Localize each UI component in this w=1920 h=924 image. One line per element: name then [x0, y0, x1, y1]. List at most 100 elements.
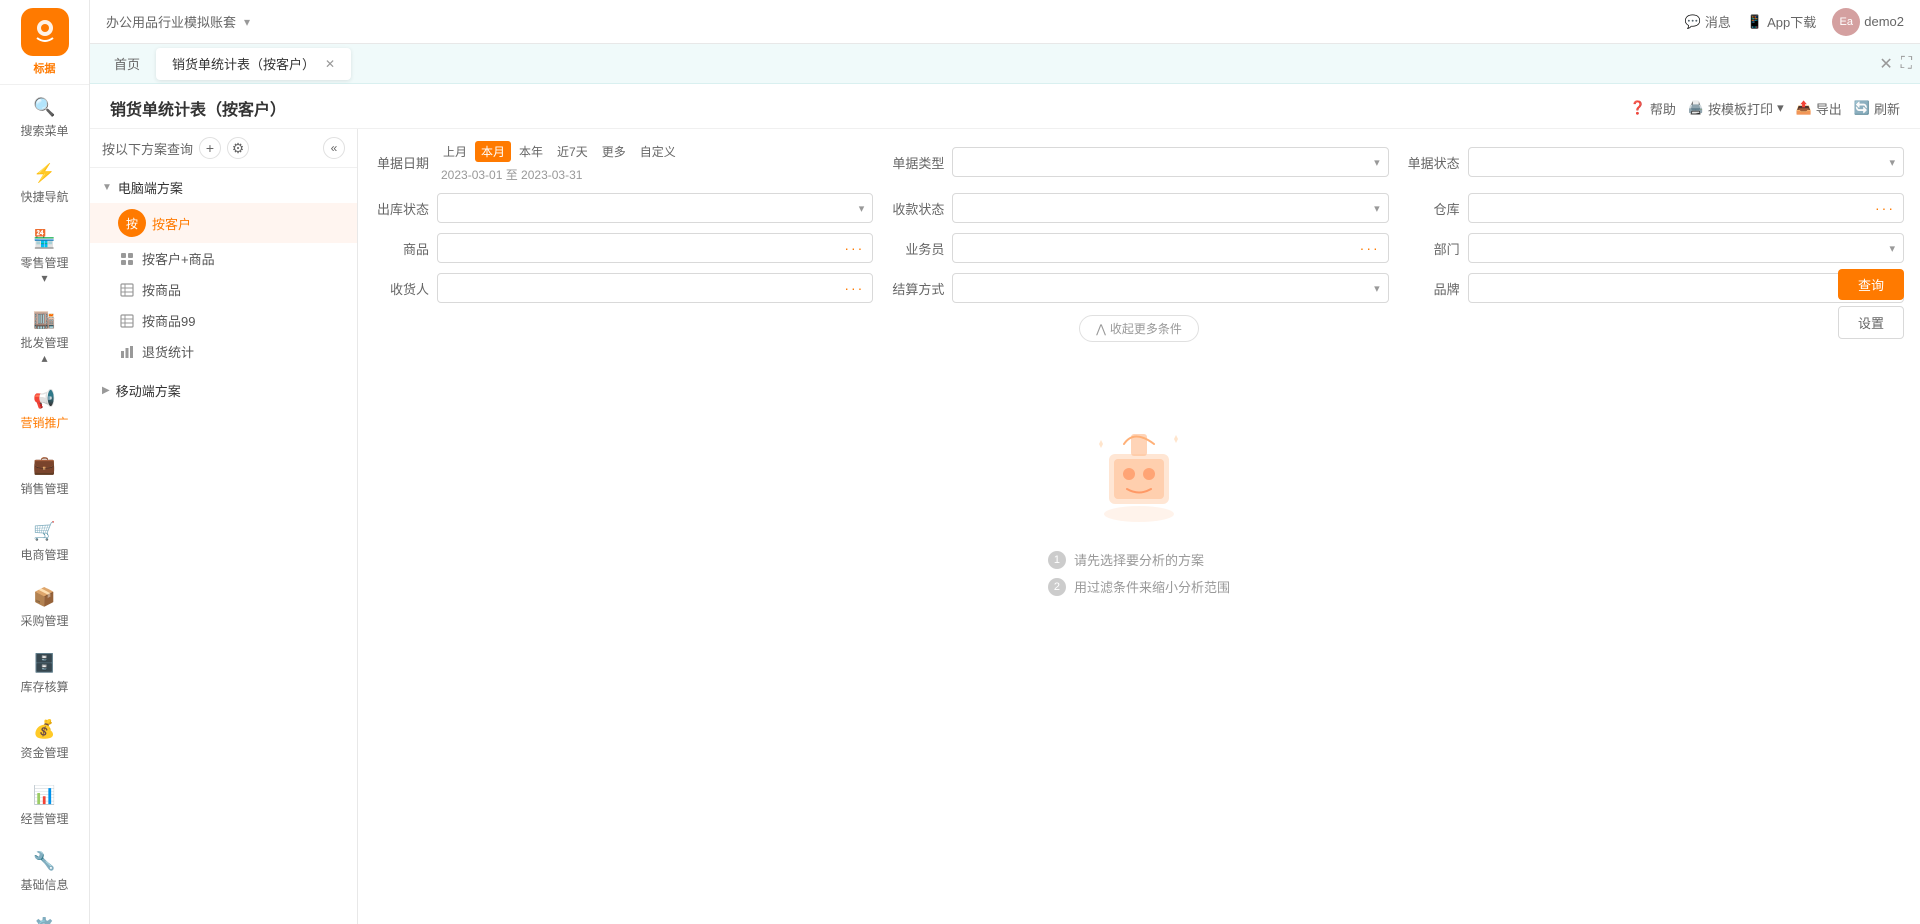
- sidebar-item-quicknav[interactable]: ⚡ 快捷导航: [0, 151, 89, 217]
- wholesale-icon: 🏬: [33, 309, 55, 330]
- quicknav-icon: ⚡: [33, 163, 55, 184]
- out-status-select[interactable]: ▾: [437, 193, 873, 223]
- sidebar-item-wholesale[interactable]: 🏬 批发管理 ▴: [0, 297, 89, 377]
- sidebar-item-sales-label: 销售管理: [20, 480, 68, 497]
- date-tab-last-month[interactable]: 上月: [437, 141, 473, 162]
- payment-method-select[interactable]: ▾: [952, 273, 1388, 303]
- tab-maximize-btn[interactable]: ⛶: [1901, 55, 1912, 73]
- print-btn[interactable]: 🖨️ 按模板打印 ▾: [1688, 99, 1784, 118]
- product-select[interactable]: ···: [437, 233, 873, 263]
- export-btn[interactable]: 📤 导出: [1796, 99, 1842, 118]
- tree-child-return-stats[interactable]: 退货统计: [90, 336, 357, 367]
- order-status-select[interactable]: ▾: [1468, 147, 1904, 177]
- warehouse-select[interactable]: ···: [1468, 193, 1904, 223]
- salesperson-select[interactable]: ···: [952, 233, 1388, 263]
- tree-child-by-product-99[interactable]: 按商品99: [90, 305, 357, 336]
- print-icon: 🖨️: [1688, 100, 1704, 116]
- finance-icon: 💰: [33, 719, 55, 740]
- marketing-icon: 📢: [33, 389, 55, 410]
- receiver-select[interactable]: ···: [437, 273, 873, 303]
- department-label: 部门: [1405, 239, 1460, 258]
- date-tab-this-month[interactable]: 本月: [475, 141, 511, 162]
- payment-method-arrow: ▾: [1374, 282, 1380, 295]
- product-dots: ···: [844, 240, 864, 256]
- tab-close-btn[interactable]: ✕: [325, 57, 335, 71]
- payment-method-row: 结算方式 ▾: [889, 273, 1388, 303]
- sidebar-item-search[interactable]: 🔍 搜索菜单: [0, 85, 89, 151]
- empty-hint-1: 1 请先选择要分析的方案: [1048, 550, 1230, 569]
- top-header: 办公用品行业模拟账套 ▾ 💬 消息 📱 App下载 Ea demo2: [90, 0, 1920, 44]
- collapse-label: 收起更多条件: [1110, 320, 1182, 337]
- tab-home[interactable]: 首页: [98, 48, 156, 80]
- edit-scheme-btn[interactable]: ⚙: [227, 137, 249, 159]
- message-label: 消息: [1705, 12, 1731, 31]
- brand-row: 品牌 ···: [1405, 273, 1904, 303]
- tree-parent-mobile[interactable]: ▶ 移动端方案: [90, 375, 357, 406]
- tab-close-window-btn[interactable]: ✕: [1879, 54, 1892, 74]
- app-download-btn[interactable]: 📱 App下载: [1747, 12, 1816, 31]
- tree-child-by-customer-product-label: 按客户+商品: [142, 249, 215, 268]
- date-tab-this-year[interactable]: 本年: [513, 141, 549, 162]
- tree-child-by-product-label: 按商品: [142, 280, 181, 299]
- tree-child-by-product-99-label: 按商品99: [142, 311, 195, 330]
- date-filter-row: 单据日期 上月 本月 本年 近7天 更多 自定义 2023-03-01 至 20…: [374, 141, 873, 183]
- right-filter-panel: 单据日期 上月 本月 本年 近7天 更多 自定义 2023-03-01 至 20…: [358, 129, 1920, 924]
- sidebar-item-retail[interactable]: 🏪 零售管理 ▾: [0, 217, 89, 297]
- message-icon: 💬: [1685, 14, 1701, 30]
- purchase-icon: 📦: [33, 587, 55, 608]
- logo-area: 标据: [0, 0, 89, 85]
- message-btn[interactable]: 💬 消息: [1685, 12, 1731, 31]
- refresh-icon: 🔄: [1854, 100, 1870, 116]
- tree-parent-desktop[interactable]: ▼ 电脑端方案: [90, 172, 357, 203]
- collapse-conditions-btn[interactable]: ⋀ 收起更多条件: [1079, 315, 1199, 342]
- order-type-select[interactable]: ▾: [952, 147, 1388, 177]
- tree-child-by-customer[interactable]: 按 按客户: [90, 203, 357, 243]
- retail-icon: 🏪: [33, 229, 55, 250]
- date-tab-custom[interactable]: 自定义: [634, 141, 682, 162]
- basic-icon: 🔧: [33, 851, 55, 872]
- out-status-row: 出库状态 ▾: [374, 193, 873, 223]
- sidebar-item-inventory[interactable]: 🗄️ 库存核算: [0, 641, 89, 707]
- logo-icon: [21, 8, 69, 56]
- sidebar-item-finance[interactable]: 💰 资金管理: [0, 707, 89, 773]
- export-icon: 📤: [1796, 100, 1812, 116]
- sidebar-item-sales[interactable]: 💼 销售管理: [0, 443, 89, 509]
- help-btn[interactable]: ❓ 帮助: [1630, 99, 1676, 118]
- order-status-label: 单据状态: [1405, 153, 1460, 172]
- page-title: 销货单统计表（按客户）: [110, 96, 286, 120]
- payment-status-arrow: ▾: [1374, 202, 1380, 215]
- out-status-label: 出库状态: [374, 199, 429, 218]
- collapse-panel-btn[interactable]: «: [323, 137, 345, 159]
- payment-status-select[interactable]: ▾: [952, 193, 1388, 223]
- sidebar-item-operations[interactable]: 📊 经营管理: [0, 773, 89, 839]
- user-avatar: Ea: [1832, 8, 1860, 36]
- tab-sales-stats[interactable]: 销货单统计表（按客户） ✕: [156, 48, 351, 80]
- empty-illustration: [1079, 414, 1199, 534]
- refresh-btn[interactable]: 🔄 刷新: [1854, 99, 1900, 118]
- tree-parent-desktop-label: 电脑端方案: [118, 178, 183, 197]
- warehouse-label: 仓库: [1405, 199, 1460, 218]
- sidebar-item-basic[interactable]: 🔧 基础信息: [0, 839, 89, 905]
- department-select[interactable]: ▾: [1468, 233, 1904, 263]
- tree-child-by-product[interactable]: 按商品: [90, 274, 357, 305]
- empty-state: 1 请先选择要分析的方案 2 用过滤条件来缩小分析范围: [374, 354, 1904, 656]
- sidebar-item-ecommerce[interactable]: 🛒 电商管理: [0, 509, 89, 575]
- date-tab-last7[interactable]: 近7天: [551, 141, 594, 162]
- settings-btn[interactable]: 设置: [1838, 306, 1904, 339]
- date-tabs: 上月 本月 本年 近7天 更多 自定义: [437, 141, 873, 162]
- header-dropdown[interactable]: ▾: [244, 15, 250, 29]
- date-tab-more[interactable]: 更多: [596, 141, 632, 162]
- sidebar-item-purchase[interactable]: 📦 采购管理: [0, 575, 89, 641]
- sidebar-item-marketing[interactable]: 📢 营销推广: [0, 377, 89, 443]
- breadcrumb-text: 办公用品行业模拟账套: [106, 12, 236, 31]
- receiver-label: 收货人: [374, 279, 429, 298]
- user-area[interactable]: Ea demo2: [1832, 8, 1904, 36]
- sidebar-item-system[interactable]: ⚙️ 系统管理: [0, 905, 89, 924]
- sidebar-item-search-label: 搜索菜单: [20, 122, 68, 139]
- user-name: demo2: [1864, 14, 1904, 29]
- tree-child-return-stats-label: 退货统计: [142, 342, 194, 361]
- add-scheme-btn[interactable]: +: [199, 137, 221, 159]
- tree-child-by-customer-product[interactable]: 按客户+商品: [90, 243, 357, 274]
- left-panel-header: 按以下方案查询 + ⚙ «: [90, 129, 357, 168]
- query-btn[interactable]: 查询: [1838, 269, 1904, 300]
